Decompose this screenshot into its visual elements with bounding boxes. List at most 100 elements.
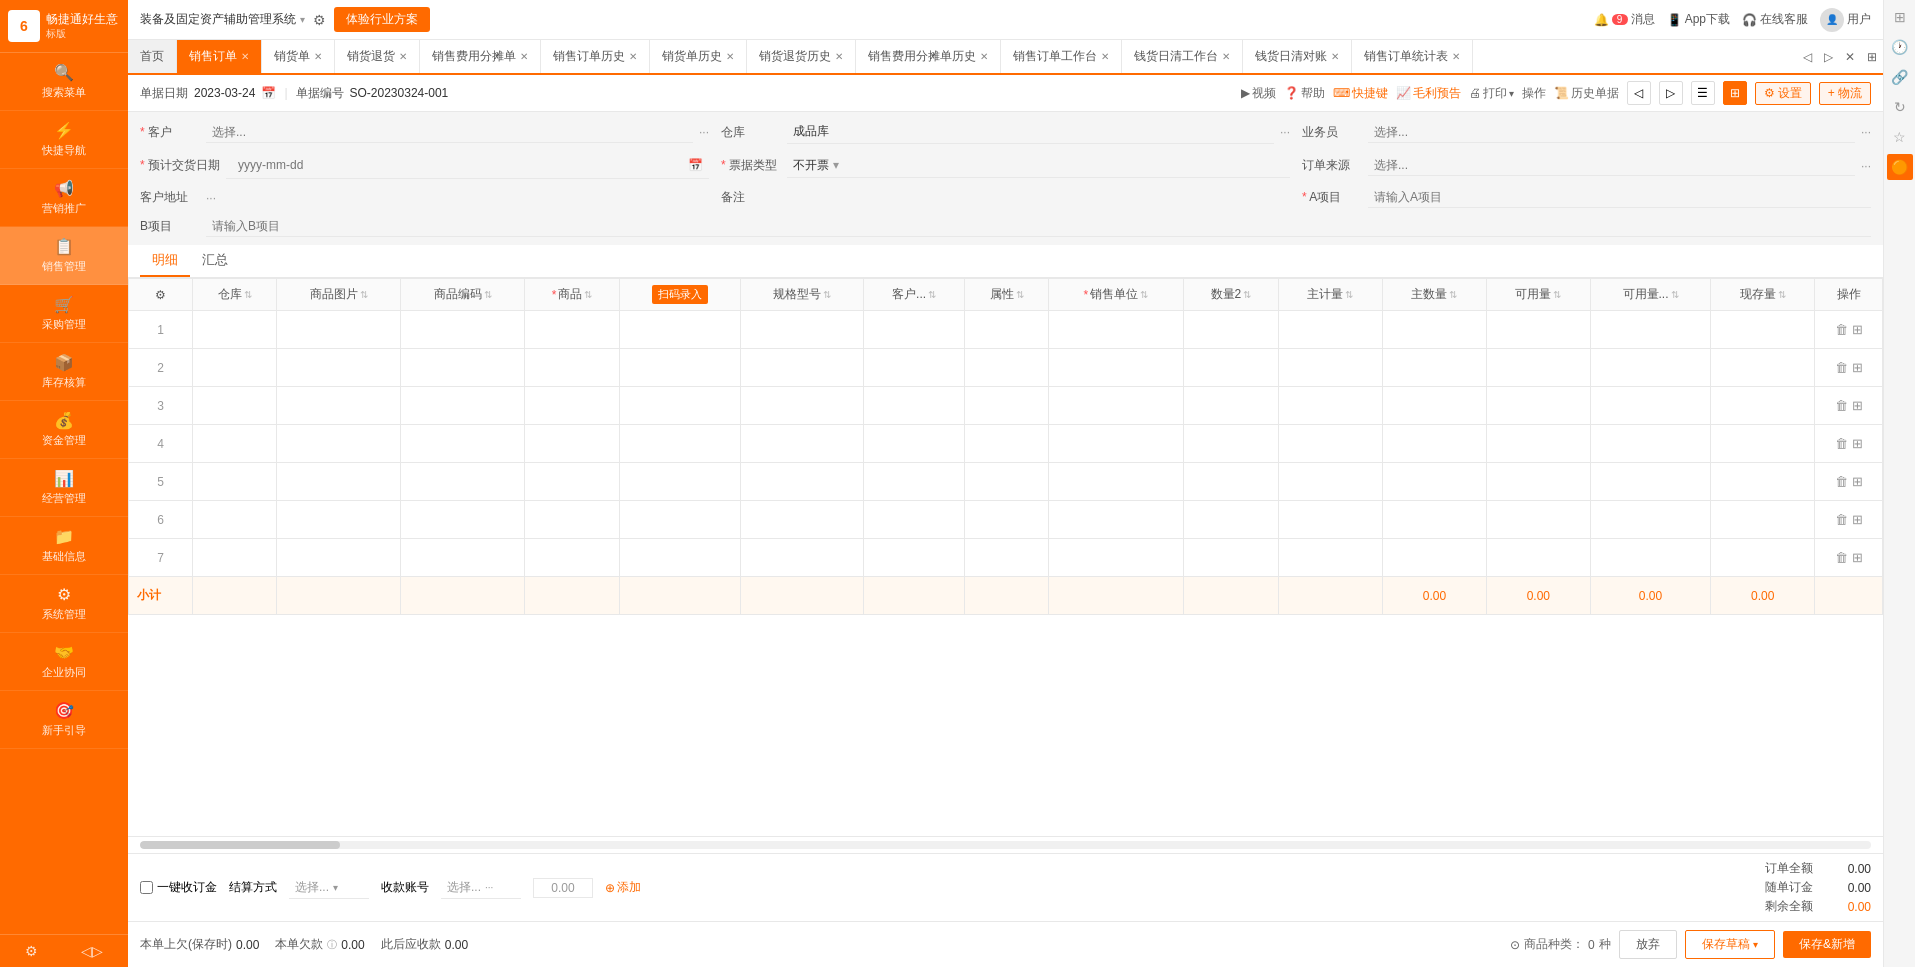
cell-image[interactable] [277,501,401,539]
tab-close-icon[interactable]: ✕ [726,51,734,62]
sort-icon[interactable]: ⇅ [1449,289,1457,300]
action-link[interactable]: 操作 [1522,85,1546,102]
cell-product[interactable] [524,387,619,425]
user-btn[interactable]: 👤 用户 [1820,8,1871,32]
cell-spec[interactable] [740,539,864,577]
cell-spec[interactable] [740,425,864,463]
cell-customer_code[interactable] [864,425,965,463]
sort-icon[interactable]: ⇅ [1016,289,1024,300]
cell-main_unit[interactable] [1279,425,1383,463]
cell-spec[interactable] [740,349,864,387]
cell-qty2[interactable] [1183,387,1278,425]
cell-available[interactable] [1486,539,1590,577]
tab-销货单历史[interactable]: 销货单历史✕ [650,40,747,73]
salesperson-more-icon[interactable]: ··· [1861,125,1871,139]
shortcut-link[interactable]: ⌨ 快捷键 [1333,85,1388,102]
rs-star-icon[interactable]: ☆ [1887,124,1913,150]
sort-icon[interactable]: ⇅ [244,289,252,300]
rs-refresh-icon[interactable]: ↻ [1887,94,1913,120]
add-logistics-button[interactable]: + 物流 [1819,82,1871,105]
cell-warehouse[interactable] [193,501,277,539]
sidebar-item-经营管理[interactable]: 📊经营管理 [0,459,128,517]
cell-product[interactable] [524,501,619,539]
print-dropdown-icon[interactable]: ▾ [1509,88,1514,99]
print-link[interactable]: 🖨 打印 ▾ [1469,85,1514,102]
save-new-button[interactable]: 保存&新增 [1783,931,1871,958]
warehouse-more-icon[interactable]: ··· [1280,125,1290,139]
tab-首页[interactable]: 首页 [128,40,177,73]
cell-image[interactable] [277,387,401,425]
cell-sales_unit[interactable] [1049,425,1184,463]
cell-stock[interactable] [1711,425,1815,463]
cell-image[interactable] [277,539,401,577]
cell-main_unit[interactable] [1279,311,1383,349]
cell-image[interactable] [277,311,401,349]
draft-dropdown-icon[interactable]: ▾ [1753,939,1758,950]
cell-sku_code[interactable] [401,311,525,349]
receipt-account-select[interactable]: 选择... ··· [441,877,521,899]
tab-销售费用分摊单[interactable]: 销售费用分摊单✕ [420,40,541,73]
customer-input[interactable] [206,122,693,143]
project-a-input[interactable] [1368,187,1871,208]
number-value[interactable]: SO-20230324-001 [350,86,449,100]
cell-product[interactable] [524,463,619,501]
sidebar-settings-icon[interactable]: ⚙ [25,943,38,959]
table-wrapper[interactable]: ⚙仓库⇅商品图片⇅商品编码⇅*商品⇅扫码录入规格型号⇅客户...⇅属性⇅*销售单… [128,278,1883,836]
tab-close-icon[interactable]: ✕ [629,51,637,62]
tab-close-icon[interactable]: ✕ [1452,51,1460,62]
cell-scan[interactable] [620,387,740,425]
scan-button[interactable]: 扫码录入 [652,285,708,304]
sidebar-item-基础信息[interactable]: 📁基础信息 [0,517,128,575]
sort-icon[interactable]: ⇅ [823,289,831,300]
online-service-btn[interactable]: 🎧 在线客服 [1742,11,1808,28]
salesperson-input[interactable] [1368,122,1855,143]
tab-close-icon[interactable]: ✕ [1222,51,1230,62]
cell-sku_code[interactable] [401,463,525,501]
delete-icon[interactable]: 🗑 [1835,474,1848,489]
delete-icon[interactable]: 🗑 [1835,436,1848,451]
tab-close-icon[interactable]: ✕ [1331,51,1339,62]
cell-product[interactable] [524,425,619,463]
cell-settings[interactable]: 5 [129,463,193,501]
date-value[interactable]: 2023-03-24 [194,86,255,100]
cell-sku_code[interactable] [401,501,525,539]
cell-available[interactable] [1486,501,1590,539]
sidebar-item-采购管理[interactable]: 🛒采购管理 [0,285,128,343]
cell-scan[interactable] [620,539,740,577]
cell-main_unit[interactable] [1279,539,1383,577]
cell-spec[interactable] [740,387,864,425]
cell-main_unit[interactable] [1279,463,1383,501]
cell-stock[interactable] [1711,387,1815,425]
cell-sku_code[interactable] [401,425,525,463]
delete-icon[interactable]: 🗑 [1835,550,1848,565]
topbar-settings-icon[interactable]: ⚙ [313,12,326,28]
rs-active-icon[interactable]: 🟠 [1887,154,1913,180]
cell-image[interactable] [277,349,401,387]
cell-sales_unit[interactable] [1049,387,1184,425]
add-link[interactable]: ⊕ 添加 [605,879,641,896]
help-link[interactable]: ❓ 帮助 [1284,85,1325,102]
sort-icon[interactable]: ⇅ [1140,289,1148,300]
sidebar-item-系统管理[interactable]: ⚙系统管理 [0,575,128,633]
tab-close-icon[interactable]: ✕ [980,51,988,62]
cell-scan[interactable] [620,349,740,387]
cell-main_qty[interactable] [1382,463,1486,501]
cell-available2[interactable] [1590,463,1710,501]
cell-scan[interactable] [620,501,740,539]
cell-attribute[interactable] [964,539,1048,577]
cell-sales_unit[interactable] [1049,463,1184,501]
tab-close-icon[interactable]: ✕ [241,51,249,62]
sort-icon[interactable]: ⇅ [1778,289,1786,300]
cell-qty2[interactable] [1183,311,1278,349]
cell-qty2[interactable] [1183,425,1278,463]
cell-customer_code[interactable] [864,349,965,387]
sort-icon[interactable]: ⇅ [928,289,936,300]
invoice-type-select[interactable]: 不开票 ▾ [787,154,1290,178]
cell-image[interactable] [277,425,401,463]
tab-menu-icon[interactable]: ⊞ [1861,46,1883,68]
tab-prev-icon[interactable]: ◁ [1797,46,1818,68]
sidebar-item-销售管理[interactable]: 📋销售管理 [0,227,128,285]
cell-sku_code[interactable] [401,539,525,577]
order-source-more-icon[interactable]: ··· [1861,159,1871,173]
tab-销货退货历史[interactable]: 销货退货历史✕ [747,40,856,73]
